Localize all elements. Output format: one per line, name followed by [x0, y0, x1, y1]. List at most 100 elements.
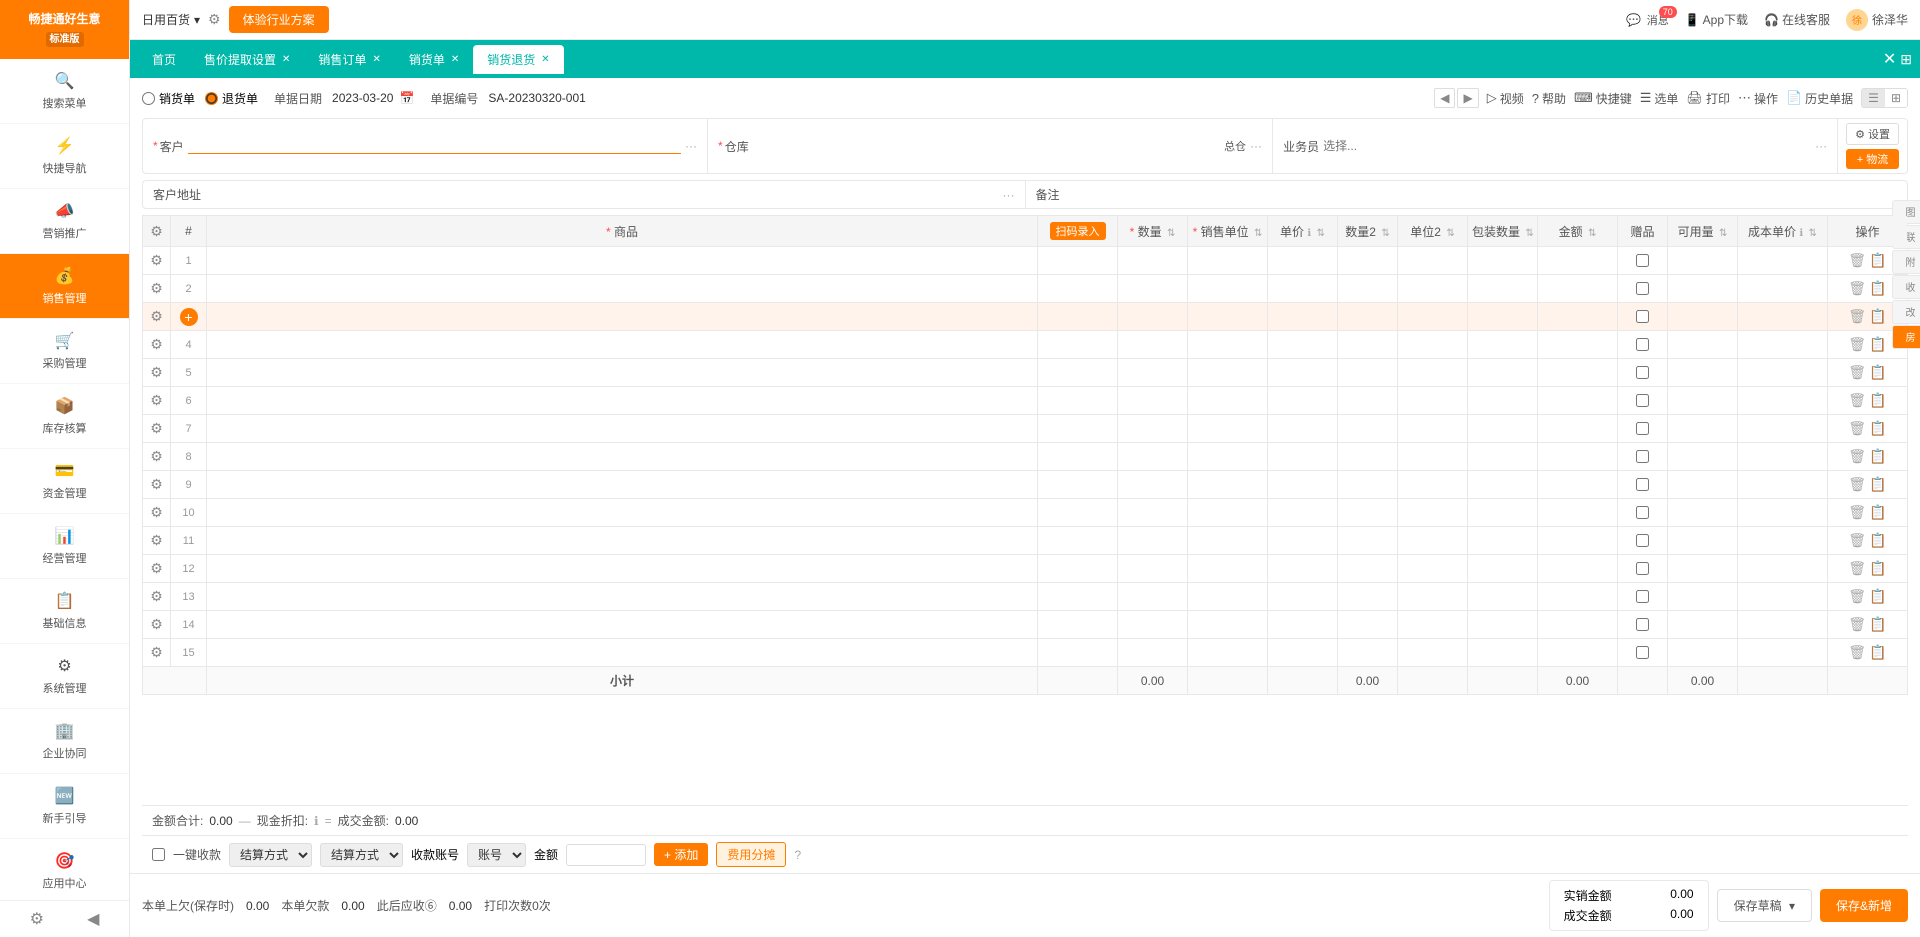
video-btn[interactable]: ▷视频: [1487, 90, 1524, 107]
unit-sort-icon[interactable]: ⇅: [1254, 228, 1262, 239]
next-record-btn[interactable]: ▶: [1457, 88, 1478, 108]
row-gear-2[interactable]: ⚙: [147, 280, 166, 297]
del-btn-5[interactable]: 🗑: [1848, 364, 1866, 381]
copy-btn-13[interactable]: 📋: [1869, 588, 1886, 605]
copy-btn-6[interactable]: 📋: [1869, 392, 1886, 409]
sidebar-item-inventory[interactable]: 📦库存核算: [0, 384, 129, 449]
row-gear-9[interactable]: ⚙: [147, 476, 166, 493]
copy-btn-9[interactable]: 📋: [1869, 476, 1886, 493]
del-btn-15[interactable]: 🗑: [1848, 644, 1866, 661]
copy-btn-10[interactable]: 📋: [1869, 504, 1886, 521]
gift-cb-7[interactable]: [1636, 422, 1649, 435]
tab-sales-order[interactable]: 销售订单✕: [304, 45, 394, 74]
tab-home[interactable]: 首页: [138, 45, 190, 74]
sidebar-item-search[interactable]: 🔍搜索菜单: [0, 59, 129, 124]
del-btn-6[interactable]: 🗑: [1848, 392, 1866, 409]
copy-btn-14[interactable]: 📋: [1869, 616, 1886, 633]
save-new-btn[interactable]: 保存&新增: [1820, 889, 1908, 922]
gift-cb-12[interactable]: [1636, 562, 1649, 575]
avail-sort-icon[interactable]: ⇅: [1719, 228, 1727, 239]
sidebar-collapse-icon[interactable]: ◀: [87, 909, 99, 929]
copy-btn-7[interactable]: 📋: [1869, 420, 1886, 437]
copy-btn-1[interactable]: 📋: [1869, 252, 1886, 269]
view-grid-btn[interactable]: ⊞: [1885, 89, 1907, 107]
warehouse-input[interactable]: [753, 139, 1224, 153]
copy-btn-11[interactable]: 📋: [1869, 532, 1886, 549]
fee-split-btn[interactable]: 费用分摊: [716, 842, 786, 867]
tab-close-sales[interactable]: ✕: [451, 54, 459, 65]
tab-close-sales-return[interactable]: ✕: [541, 54, 549, 65]
exp-btn[interactable]: 体验行业方案: [229, 6, 329, 33]
del-btn-8[interactable]: 🗑: [1848, 448, 1866, 465]
message-btn[interactable]: 💬 70 消息: [1626, 12, 1668, 28]
calc-method-select[interactable]: 结算方式: [320, 843, 403, 867]
staff-select-btn[interactable]: ···: [1815, 139, 1827, 153]
copy-btn-3[interactable]: 📋: [1869, 308, 1886, 325]
row-gear-5[interactable]: ⚙: [147, 364, 166, 381]
dropdown-arrow[interactable]: ▾: [1789, 899, 1795, 913]
del-btn-9[interactable]: 🗑: [1848, 476, 1866, 493]
sidebar-item-shortcut[interactable]: ⚡快捷导航: [0, 124, 129, 189]
staff-input[interactable]: [1323, 139, 1811, 153]
copy-btn-8[interactable]: 📋: [1869, 448, 1886, 465]
del-btn-14[interactable]: 🗑: [1848, 616, 1866, 633]
radio-return[interactable]: 退货单: [205, 90, 258, 107]
gift-cb-5[interactable]: [1636, 366, 1649, 379]
help-btn[interactable]: ?帮助: [1532, 90, 1566, 107]
copy-btn-4[interactable]: 📋: [1869, 336, 1886, 353]
close-all-tabs-icon[interactable]: ✕: [1883, 49, 1896, 69]
discount-help-icon[interactable]: ℹ: [314, 814, 319, 828]
gift-cb-2[interactable]: [1636, 282, 1649, 295]
qty2-sort-icon[interactable]: ⇅: [1381, 228, 1389, 239]
account-select[interactable]: 账号: [467, 843, 526, 867]
copy-btn-5[interactable]: 📋: [1869, 364, 1886, 381]
del-btn-2[interactable]: 🗑: [1848, 280, 1866, 297]
tab-price-setting[interactable]: 售价提取设置✕: [190, 45, 304, 74]
row-gear-6[interactable]: ⚙: [147, 392, 166, 409]
restore-tab-icon[interactable]: ⊞: [1900, 51, 1912, 68]
del-btn-7[interactable]: 🗑: [1848, 420, 1866, 437]
add-row-btn[interactable]: +: [180, 308, 198, 326]
settings-btn[interactable]: ⚙ 设置: [1846, 123, 1899, 145]
sidebar-item-apps[interactable]: 🎯应用中心: [0, 839, 129, 900]
row-gear-10[interactable]: ⚙: [147, 504, 166, 521]
del-btn-12[interactable]: 🗑: [1848, 560, 1866, 577]
sidebar-item-marketing[interactable]: 📣营销推广: [0, 189, 129, 254]
row-gear-14[interactable]: ⚙: [147, 616, 166, 633]
rq-btn-3[interactable]: 收: [1892, 275, 1920, 299]
gift-cb-15[interactable]: [1636, 646, 1649, 659]
row-gear-13[interactable]: ⚙: [147, 588, 166, 605]
copy-btn-2[interactable]: 📋: [1869, 280, 1886, 297]
gift-cb-8[interactable]: [1636, 450, 1649, 463]
sidebar-item-sales-mgmt[interactable]: 💰销售管理: [0, 254, 129, 319]
tab-close-price-setting[interactable]: ✕: [282, 54, 290, 65]
tab-close-sales-order[interactable]: ✕: [372, 54, 380, 65]
settle-method-select[interactable]: 结算方式: [229, 843, 312, 867]
del-btn-13[interactable]: 🗑: [1848, 588, 1866, 605]
gift-cb-14[interactable]: [1636, 618, 1649, 631]
sidebar-item-guide[interactable]: 🆕新手引导: [0, 774, 129, 839]
del-btn-4[interactable]: 🗑: [1848, 336, 1866, 353]
user-menu[interactable]: 徐 徐泽华: [1846, 9, 1908, 31]
rq-btn-4[interactable]: 改: [1892, 300, 1920, 324]
del-btn-1[interactable]: 🗑: [1848, 252, 1866, 269]
sidebar-item-purchase[interactable]: 🛒采购管理: [0, 319, 129, 384]
sidebar-item-enterprise[interactable]: 🏢企业协同: [0, 709, 129, 774]
row-gear-1[interactable]: ⚙: [147, 252, 166, 269]
sidebar-item-system[interactable]: ⚙系统管理: [0, 644, 129, 709]
gift-cb-10[interactable]: [1636, 506, 1649, 519]
amount-input[interactable]: [566, 844, 646, 866]
logistics-btn[interactable]: + 物流: [1846, 149, 1899, 169]
amount-sort-icon[interactable]: ⇅: [1588, 228, 1596, 239]
row-gear-7[interactable]: ⚙: [147, 420, 166, 437]
remark-input[interactable]: [1064, 188, 1897, 202]
calendar-icon[interactable]: 📅: [399, 91, 414, 105]
row-gear-3[interactable]: ⚙: [147, 308, 166, 325]
row-gear-12[interactable]: ⚙: [147, 560, 166, 577]
price-sort-icon[interactable]: ⇅: [1317, 228, 1325, 239]
gift-cb-11[interactable]: [1636, 534, 1649, 547]
address-input[interactable]: [205, 188, 998, 202]
cost-sort-icon[interactable]: ⇅: [1809, 228, 1817, 239]
prev-record-btn[interactable]: ◀: [1434, 88, 1455, 108]
rq-btn-2[interactable]: 附: [1892, 250, 1920, 274]
